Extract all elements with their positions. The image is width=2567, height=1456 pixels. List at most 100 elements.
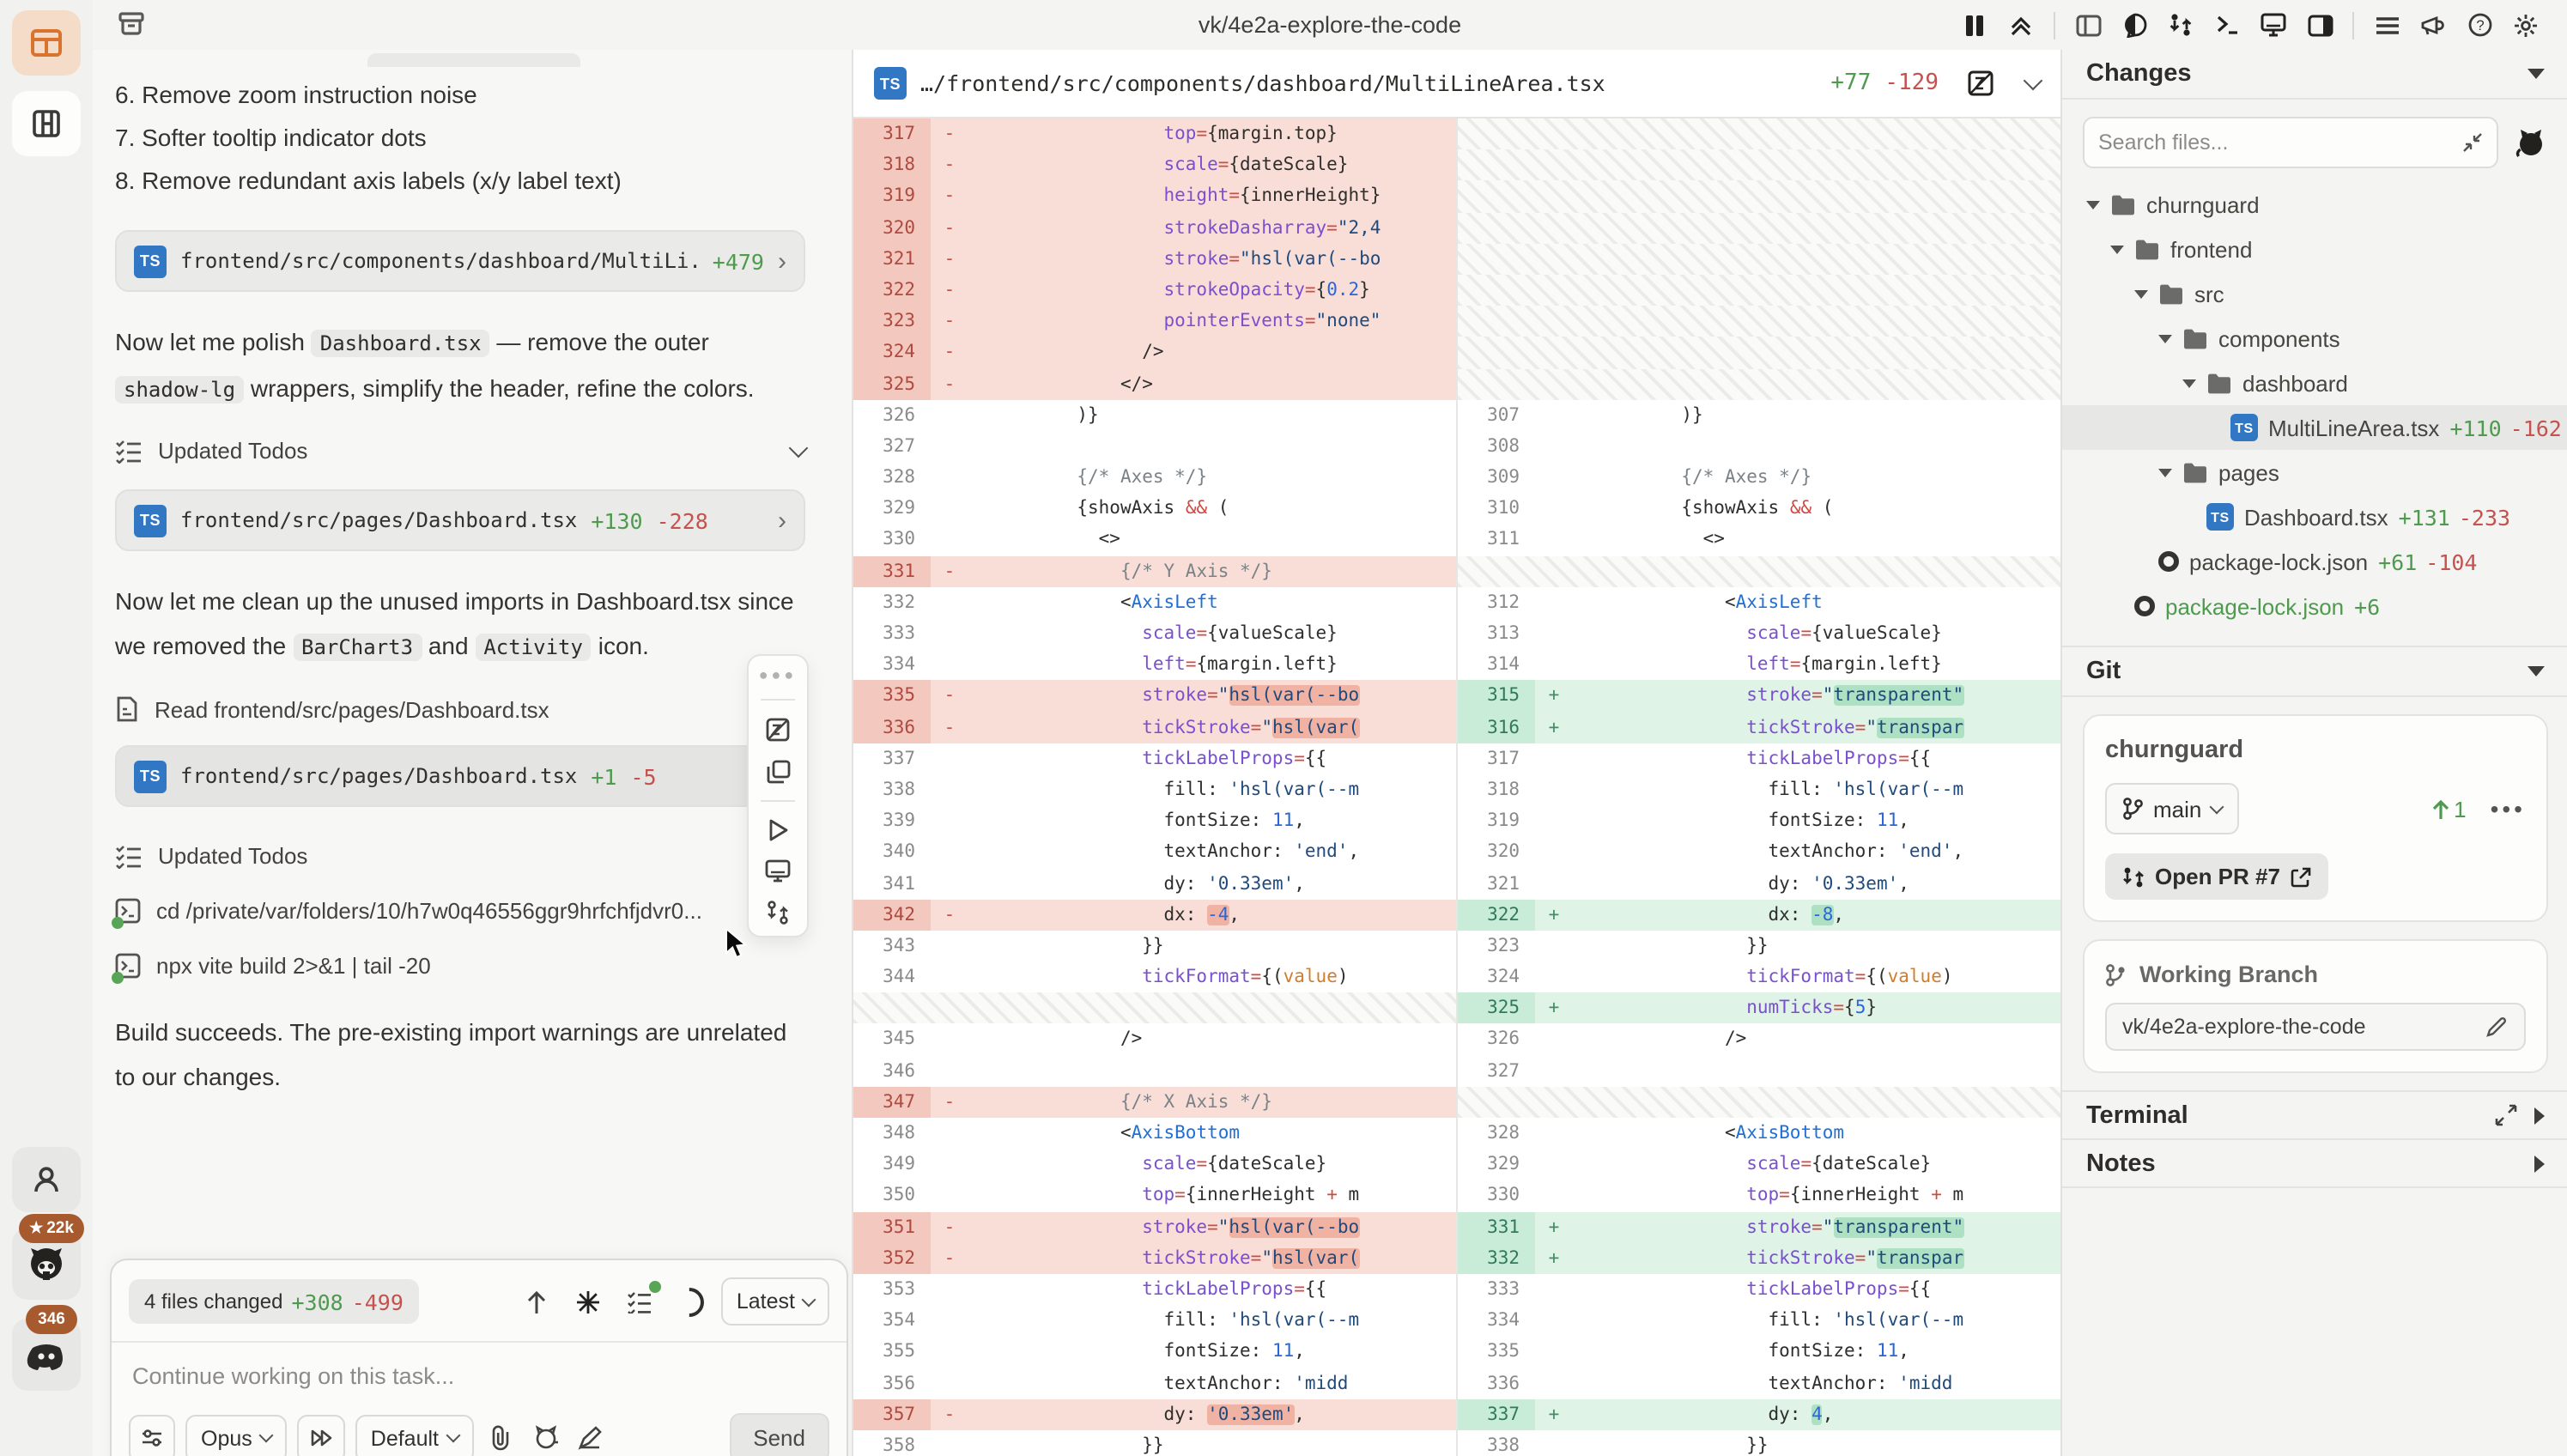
diff-line: 315+stroke="transparent": [1458, 681, 2060, 712]
tool-call-terminal[interactable]: npx vite build 2>&1 | tail -20: [115, 953, 805, 979]
tree-caret-icon[interactable]: [2182, 379, 2196, 387]
diff-line: 339fontSize: 11,: [853, 805, 1456, 836]
pen-icon[interactable]: [573, 1421, 607, 1455]
file-chip-dashboard[interactable]: TS frontend/src/pages/Dashboard.tsx +130…: [115, 489, 805, 551]
changes-section-header[interactable]: Changes: [2062, 50, 2567, 100]
paperclip-icon[interactable]: [483, 1421, 518, 1455]
tree-item-churnguard[interactable]: churnguard: [2062, 182, 2567, 227]
tree-item-package-lock-json[interactable]: package-lock.json+61-104: [2062, 539, 2567, 584]
more-options-button[interactable]: •••: [2491, 795, 2526, 822]
cat-filter-icon[interactable]: [2514, 126, 2548, 159]
menu-icon[interactable]: [2373, 11, 2400, 39]
tool-call-terminal[interactable]: cd /private/var/folders/10/h7w0q46556ggr…: [115, 898, 805, 924]
additions-count: +1: [591, 763, 616, 789]
additions-count: +479: [713, 248, 764, 274]
search-files-input[interactable]: Search files...: [2083, 117, 2498, 168]
collapse-icon[interactable]: [2462, 132, 2483, 153]
rail-tab-board[interactable]: [12, 91, 81, 156]
person-icon: [29, 1162, 64, 1197]
megaphone-icon[interactable]: [2419, 11, 2447, 39]
cat-icon[interactable]: [528, 1421, 562, 1455]
tree-item-dashboard-tsx[interactable]: TSDashboard.tsx+131-233: [2062, 494, 2567, 539]
tree-item-frontend[interactable]: frontend: [2062, 227, 2567, 271]
updated-todos-toggle[interactable]: Updated Todos: [115, 843, 805, 869]
skip-forward-button[interactable]: [297, 1414, 345, 1456]
diff-line: 334left={margin.left}: [853, 649, 1456, 680]
chevron-right-icon: [2534, 1107, 2545, 1124]
deletions-count: -499: [352, 1289, 404, 1314]
panel-right-icon[interactable]: [2306, 11, 2333, 39]
clipped-message-fragment: [115, 50, 805, 67]
checklist-icon: [115, 439, 143, 463]
layout-icon: [27, 24, 65, 62]
files-changed-chip[interactable]: 4 files changed +308 -499: [129, 1279, 419, 1324]
tree-item-multilinearea-tsx[interactable]: TSMultiLineArea.tsx+110-162: [2062, 405, 2567, 450]
branch-dropdown[interactable]: main: [2105, 783, 2239, 834]
diff-line: 326/>: [1458, 1024, 2060, 1055]
play-icon[interactable]: [766, 817, 790, 843]
tree-item-components[interactable]: components: [2062, 316, 2567, 361]
tree-item-dashboard[interactable]: dashboard: [2062, 361, 2567, 405]
file-chip-multilinearea[interactable]: TS frontend/src/components/dashboard/Mul…: [115, 230, 805, 292]
diff-edit-icon[interactable]: [764, 716, 792, 743]
monitor-icon[interactable]: [764, 858, 792, 884]
chevron-right-icon: ›: [778, 507, 786, 533]
tree-caret-icon[interactable]: [2086, 200, 2100, 209]
diff-line: 332+tickStroke="transpar: [1458, 1243, 2060, 1274]
tree-item-pages[interactable]: pages: [2062, 450, 2567, 494]
mode-dropdown[interactable]: Default: [355, 1414, 473, 1456]
settings-sliders-button[interactable]: [129, 1414, 175, 1456]
terminal-section-header[interactable]: Terminal: [2062, 1090, 2567, 1140]
latest-dropdown[interactable]: Latest: [721, 1277, 829, 1326]
tree-caret-icon[interactable]: [2158, 468, 2172, 476]
diff-line: 320textAnchor: 'end',: [1458, 837, 2060, 868]
arrow-up-icon: [2431, 798, 2450, 820]
drag-handle-dots[interactable]: ●●●: [759, 666, 798, 683]
settings-gear-icon[interactable]: [2512, 11, 2540, 39]
pencil-edit-icon[interactable]: [2485, 1015, 2509, 1039]
model-dropdown[interactable]: Opus: [185, 1414, 287, 1456]
send-button[interactable]: Send: [729, 1413, 829, 1456]
tree-item-package-lock-json[interactable]: package-lock.json+6: [2062, 584, 2567, 628]
git-compare-icon[interactable]: [766, 900, 790, 925]
diff-gap-row: [1458, 275, 2060, 306]
tree-caret-icon[interactable]: [2134, 289, 2148, 298]
terminal-command-icon: [115, 898, 141, 924]
monitor-icon[interactable]: [2260, 11, 2287, 39]
chevron-down-icon[interactable]: [2024, 71, 2043, 91]
collapse-all-icon[interactable]: [2007, 11, 2035, 39]
tree-caret-icon[interactable]: [2158, 334, 2172, 343]
diff-line: 343}}: [853, 931, 1456, 962]
git-compare-icon[interactable]: [2167, 11, 2194, 39]
inline-code: BarChart3: [293, 633, 422, 660]
ts-file-icon: TS: [874, 67, 907, 100]
tree-caret-icon[interactable]: [2110, 245, 2124, 253]
arrow-up-icon[interactable]: [520, 1284, 555, 1319]
diff-edit-icon[interactable]: [1966, 69, 1995, 98]
working-branch-input[interactable]: vk/4e2a-explore-the-code: [2105, 1003, 2526, 1051]
diff-line: 344tickFormat={(value): [853, 962, 1456, 992]
rail-tab-tasks[interactable]: [12, 10, 81, 76]
tree-item-src[interactable]: src: [2062, 271, 2567, 316]
expand-icon[interactable]: [2495, 1104, 2517, 1126]
todo-list-icon[interactable]: [623, 1284, 658, 1319]
diff-line: 340textAnchor: 'end',: [853, 837, 1456, 868]
help-icon[interactable]: ?: [2466, 11, 2493, 39]
diff-line: 326)}: [853, 399, 1456, 430]
open-pr-button[interactable]: Open PR #7: [2105, 853, 2328, 900]
copy-icon[interactable]: [765, 759, 791, 785]
diff-line: 323}}: [1458, 931, 2060, 962]
sparkle-burst-icon[interactable]: [572, 1284, 606, 1319]
notes-section-header[interactable]: Notes: [2062, 1140, 2567, 1188]
panel-left-icon[interactable]: [2074, 11, 2102, 39]
terminal-icon[interactable]: [2213, 11, 2241, 39]
message-input[interactable]: Continue working on this task...: [132, 1363, 826, 1389]
file-chip-dashboard-small[interactable]: TS frontend/src/pages/Dashboard.tsx +1 -…: [115, 745, 805, 807]
updated-todos-toggle[interactable]: Updated Todos: [115, 438, 805, 464]
chat-bubble-icon[interactable]: [2121, 11, 2148, 39]
pause-icon[interactable]: [1961, 11, 1988, 39]
tool-call-read-file[interactable]: Read frontend/src/pages/Dashboard.tsx: [115, 695, 805, 723]
git-section-header[interactable]: Git: [2062, 646, 2567, 697]
archive-icon[interactable]: [117, 10, 146, 38]
rail-account-button[interactable]: [12, 1147, 81, 1212]
